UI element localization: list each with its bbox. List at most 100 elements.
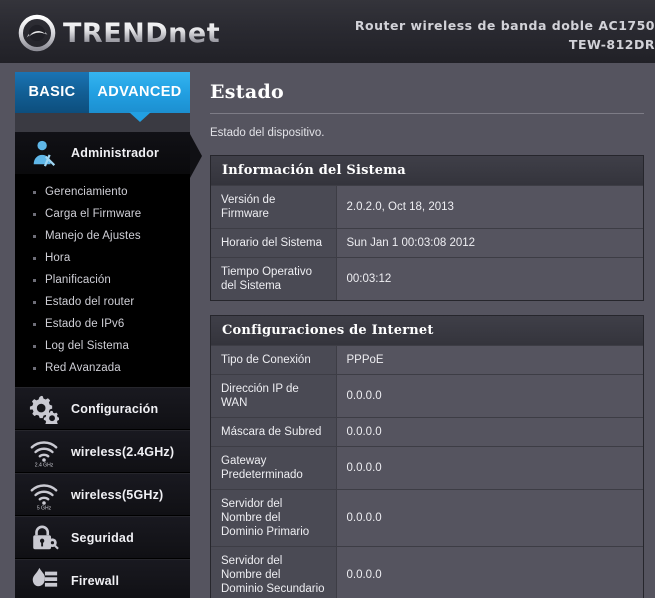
bullet-icon <box>33 344 36 348</box>
panel-title: Información del Sistema <box>211 156 643 185</box>
bullet-icon <box>33 300 36 304</box>
trendnet-swoosh-icon <box>18 14 56 52</box>
status-panels: Información del Sistema Versión de Firmw… <box>210 155 644 598</box>
sidebar-section-label: Firewall <box>71 573 120 588</box>
title-divider <box>210 113 644 114</box>
sidebar-item-label: Planificación <box>45 274 111 286</box>
sidebar-item-log-del-sistema[interactable]: Log del Sistema <box>15 335 190 357</box>
bullet-icon <box>33 278 36 282</box>
table-row: Máscara de Subred 0.0.0.0 <box>211 417 643 447</box>
sidebar-item-estado-del-router[interactable]: Estado del router <box>15 291 190 313</box>
tab-advanced[interactable]: ADVANCED <box>89 72 190 122</box>
main-content: Estado Estado del dispositivo. Informaci… <box>190 63 655 598</box>
row-value: 2.0.2.0, Oct 18, 2013 <box>336 185 643 229</box>
row-key: Gateway Predeterminado <box>211 446 337 490</box>
svg-text:5 GHz: 5 GHz <box>37 505 52 510</box>
brand-name: TRENDnet <box>63 17 221 49</box>
sidebar-section-label: Configuración <box>71 401 159 416</box>
row-key: Servidor del Nombre del Dominio Primario <box>211 489 337 547</box>
panel-table: Tipo de Conexión PPPoE Dirección IP de W… <box>211 345 643 598</box>
sidebar-item-label: Red Avanzada <box>45 362 121 374</box>
sidebar-item-label: Hora <box>45 252 71 264</box>
gears-icon <box>29 395 59 424</box>
page-description: Estado del dispositivo. <box>210 127 325 139</box>
row-value: Sun Jan 1 00:03:08 2012 <box>336 228 643 258</box>
row-key: Tiempo Operativo del Sistema <box>211 257 337 300</box>
sidebar-section-wireless-2-4ghz[interactable]: 2.4 GHz wireless(2.4GHz) <box>15 430 190 473</box>
panel-informaci-n-del-sistema: Información del Sistema Versión de Firmw… <box>210 155 644 301</box>
sidebar-item-label: Carga el Firmware <box>45 208 142 220</box>
row-key: Máscara de Subred <box>211 417 337 447</box>
sidebar-section-label: wireless(5GHz) <box>71 487 164 502</box>
sidebar-section-label: Administrador <box>71 146 160 160</box>
sidebar-section-label: Seguridad <box>71 530 134 545</box>
table-row: Gateway Predeterminado 0.0.0.0 <box>211 446 643 490</box>
panel-configuraciones-de-internet: Configuraciones de Internet Tipo de Cone… <box>210 315 644 598</box>
panel-table: Versión de Firmware 2.0.2.0, Oct 18, 201… <box>211 185 643 300</box>
bullet-icon <box>33 256 36 260</box>
sidebar-item-estado-de-ipv6[interactable]: Estado de IPv6 <box>15 313 190 335</box>
sidebar-submenu: Gerenciamiento Carga el Firmware Manejo … <box>15 175 190 387</box>
bullet-icon <box>33 366 36 370</box>
sidebar-item-carga-el-firmware[interactable]: Carga el Firmware <box>15 203 190 225</box>
product-sku: TEW-812DR <box>568 37 655 52</box>
sidebar-section-firewall[interactable]: Firewall <box>15 559 190 598</box>
wifi-5ghz-icon: 5 GHz <box>30 483 58 510</box>
row-value: 0.0.0.0 <box>336 489 643 547</box>
svg-text:2.4 GHz: 2.4 GHz <box>35 462 54 467</box>
tab-advanced-label: ADVANCED <box>97 84 182 100</box>
sidebar-item-label: Estado del router <box>45 296 135 308</box>
row-value: PPPoE <box>336 345 643 375</box>
admin-user-icon <box>33 140 56 167</box>
table-row: Servidor del Nombre del Dominio Primario… <box>211 489 643 547</box>
panel-title: Configuraciones de Internet <box>211 316 643 345</box>
sidebar-item-label: Manejo de Ajustes <box>45 230 141 242</box>
sidebar-item-hora[interactable]: Hora <box>15 247 190 269</box>
table-row: Tiempo Operativo del Sistema 00:03:12 <box>211 257 643 300</box>
sidebar-active-pointer-icon <box>190 134 202 178</box>
sidebar-section-wireless-5ghz[interactable]: 5 GHz wireless(5GHz) <box>15 473 190 516</box>
page-header: TRENDnet Router wireless de banda doble … <box>0 0 655 63</box>
bullet-icon <box>33 212 36 216</box>
row-key: Tipo de Conexión <box>211 345 337 375</box>
row-value: 00:03:12 <box>336 257 643 300</box>
sidebar-section-administrador[interactable]: Administrador <box>15 132 190 175</box>
row-value: 0.0.0.0 <box>336 417 643 447</box>
table-row: Servidor del Nombre del Dominio Secundar… <box>211 546 643 598</box>
table-row: Dirección IP de WAN 0.0.0.0 <box>211 374 643 418</box>
router-admin-page: TRENDnet Router wireless de banda doble … <box>0 0 655 598</box>
brand-logo: TRENDnet <box>18 14 220 52</box>
sidebar-item-gerenciamiento[interactable]: Gerenciamiento <box>15 181 190 203</box>
row-key: Versión de Firmware <box>211 185 337 229</box>
firewall-flame-icon <box>32 567 58 587</box>
table-row: Versión de Firmware 2.0.2.0, Oct 18, 201… <box>211 185 643 229</box>
sidebar-section-label: wireless(2.4GHz) <box>71 444 175 459</box>
mode-tabs: BASIC ADVANCED <box>15 72 190 122</box>
sidebar-item-label: Gerenciamiento <box>45 186 128 198</box>
row-value: 0.0.0.0 <box>336 374 643 418</box>
sidebar-item-manejo-de-ajustes[interactable]: Manejo de Ajustes <box>15 225 190 247</box>
bullet-icon <box>33 190 36 194</box>
sidebar-nav: Administrador Gerenciamiento Carga el Fi… <box>15 113 190 598</box>
lock-key-icon <box>33 525 59 550</box>
sidebar-item-label: Estado de IPv6 <box>45 318 125 330</box>
sidebar-section-configuraci-n[interactable]: Configuración <box>15 387 190 430</box>
row-value: 0.0.0.0 <box>336 446 643 490</box>
product-name: Router wireless de banda doble AC1750 <box>354 18 655 33</box>
sidebar-item-label: Log del Sistema <box>45 340 129 352</box>
row-value: 0.0.0.0 <box>336 546 643 598</box>
tab-active-pointer-icon <box>128 112 151 122</box>
sidebar-section-seguridad[interactable]: Seguridad <box>15 516 190 559</box>
tab-basic[interactable]: BASIC <box>15 72 89 113</box>
wifi-24ghz-icon: 2.4 GHz <box>30 440 58 467</box>
bullet-icon <box>33 322 36 326</box>
bullet-icon <box>33 234 36 238</box>
row-key: Servidor del Nombre del Dominio Secundar… <box>211 546 337 598</box>
table-row: Horario del Sistema Sun Jan 1 00:03:08 2… <box>211 228 643 258</box>
sidebar-item-planificaci-n[interactable]: Planificación <box>15 269 190 291</box>
table-row: Tipo de Conexión PPPoE <box>211 345 643 375</box>
row-key: Horario del Sistema <box>211 228 337 258</box>
product-model: Router wireless de banda doble AC1750 TE… <box>355 16 655 54</box>
sidebar-item-red-avanzada[interactable]: Red Avanzada <box>15 357 190 379</box>
page-title: Estado <box>210 81 285 103</box>
